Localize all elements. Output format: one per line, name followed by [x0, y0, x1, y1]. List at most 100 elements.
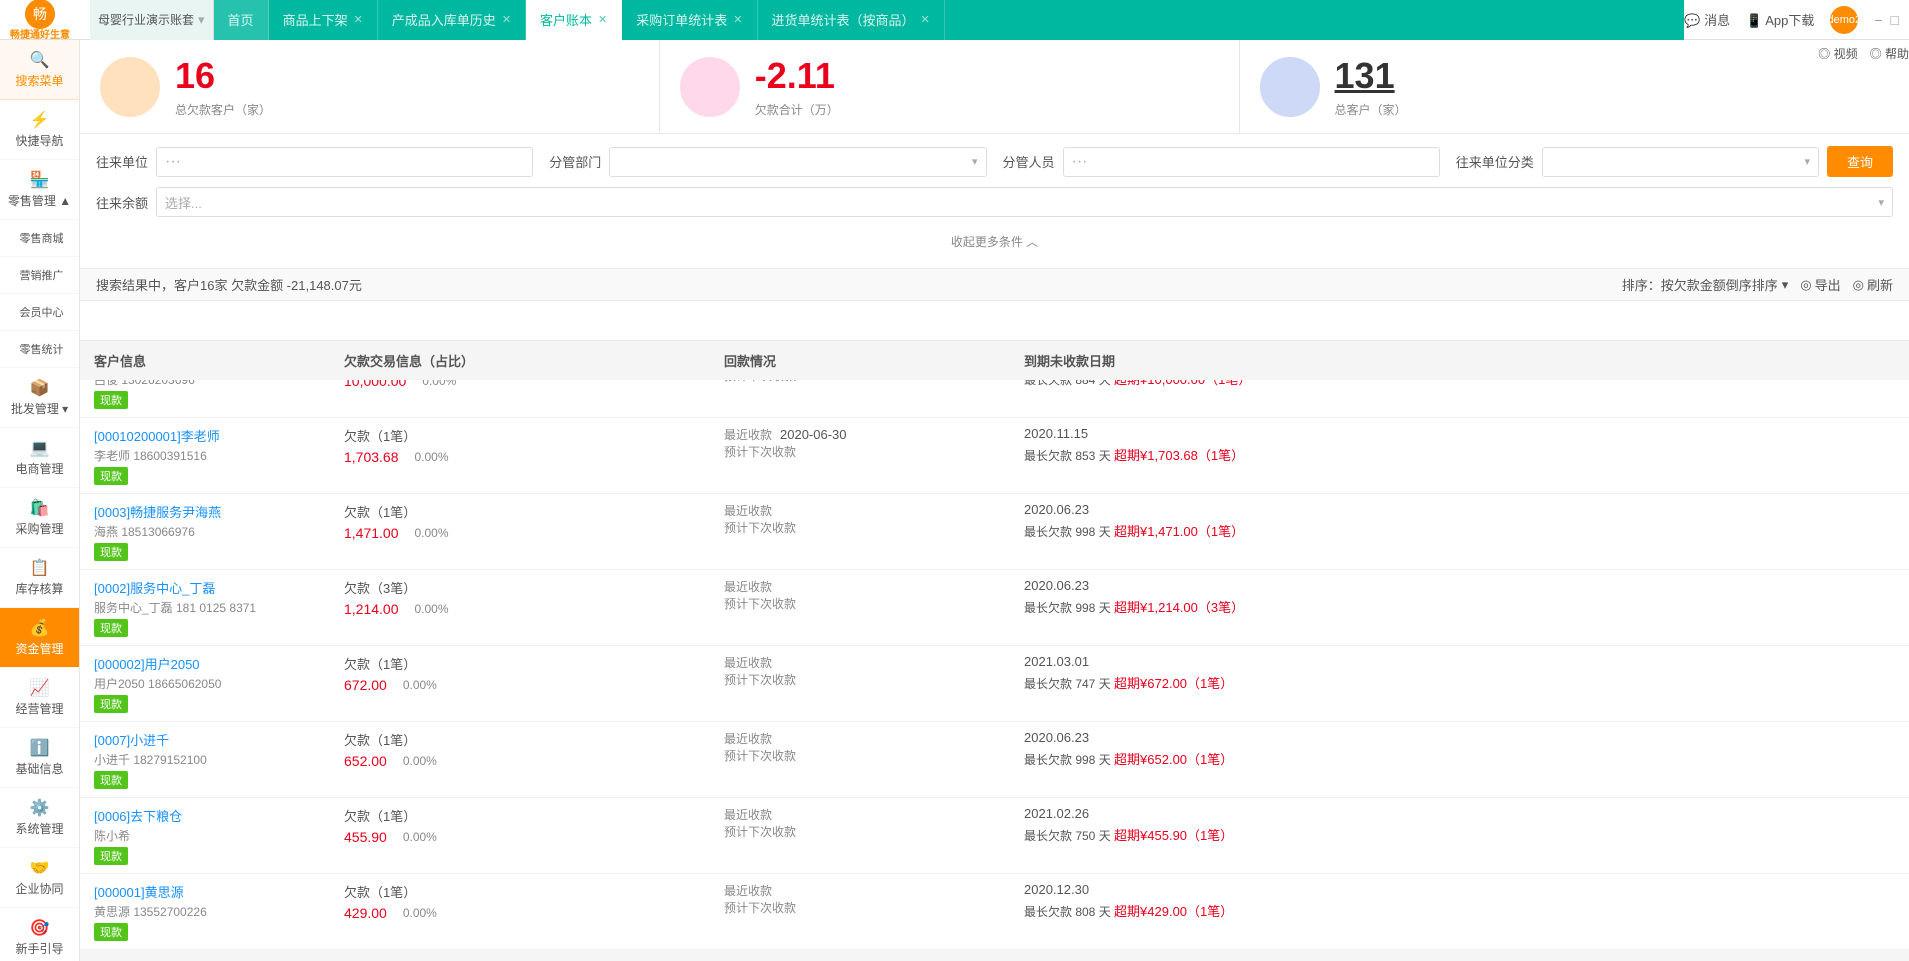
- col-repay-status: 回款情况: [710, 341, 1010, 381]
- repay-status-cell: 最近收款 预计下次收款: [710, 494, 1010, 570]
- col-debt-info: 欠款交易信息（占比）: [330, 341, 710, 381]
- sidebar-item-batch-mgmt[interactable]: 📦 批发管理 ▾: [0, 368, 79, 428]
- debt-info-cell: 欠款（1笔） 429.00 0.00%: [330, 874, 710, 950]
- filter-select-balance[interactable]: 选择... ▾: [156, 187, 1893, 217]
- user-avatar[interactable]: demo2: [1830, 6, 1858, 34]
- sidebar-item-quick-nav[interactable]: ⚡ 快捷导航: [0, 100, 79, 160]
- close-icon[interactable]: ✕: [921, 13, 930, 26]
- company-selector[interactable]: 母婴行业演示账套 ▾: [90, 0, 214, 40]
- debt-amount[interactable]: 1,703.68: [344, 449, 399, 465]
- close-icon[interactable]: ✕: [598, 13, 607, 26]
- due-overdue-link[interactable]: 超期¥455.90（1笔）: [1114, 828, 1233, 843]
- due-date: 2021.02.26: [1024, 806, 1895, 821]
- debtors-label: 总欠款客户（家）: [175, 101, 271, 118]
- restore-btn[interactable]: □: [1891, 12, 1899, 28]
- sidebar-item-retail-stat[interactable]: 零售统计: [0, 331, 79, 368]
- tab-purchase-order[interactable]: 采购订单统计表 ✕: [622, 0, 757, 40]
- debt-amount[interactable]: 1,471.00: [344, 525, 399, 541]
- customer-name-link[interactable]: [00010200001]李老师: [94, 426, 316, 445]
- customer-name-link[interactable]: [0006]去下粮仓: [94, 806, 316, 825]
- sidebar-item-retail-mgmt[interactable]: 🏪 零售管理 ▲: [0, 160, 79, 220]
- customer-name-link[interactable]: [000002]用户2050: [94, 654, 316, 673]
- repay-next: 预计下次收款: [724, 823, 996, 840]
- tab-product-listing[interactable]: 商品上下架 ✕: [269, 0, 378, 40]
- debt-total-label: 欠款合计（万）: [755, 101, 839, 118]
- total-customers-label: 总客户（家）: [1335, 101, 1407, 118]
- sidebar-item-marketing[interactable]: 营销推广: [0, 257, 79, 294]
- due-overdue-link[interactable]: 超期¥1,703.68（1笔）: [1114, 448, 1244, 463]
- repay-status-cell: 最近收款 预计下次收款: [710, 722, 1010, 798]
- stats-bar: 16 总欠款客户（家） -2.11 欠款合计（万） 131: [80, 40, 1909, 134]
- due-date: 2020.06.23: [1024, 502, 1895, 517]
- sidebar-item-operations[interactable]: 📈 经营管理: [0, 668, 79, 728]
- query-button[interactable]: 查询: [1827, 146, 1893, 177]
- table-row: [0002]服务中心_丁磊 服务中心_丁磊 181 0125 8371 现款 欠…: [80, 570, 1909, 646]
- debt-amount[interactable]: 652.00: [344, 753, 387, 769]
- filter-input-category[interactable]: ▾: [1542, 147, 1819, 177]
- message-btn[interactable]: 💬 消息: [1684, 10, 1730, 29]
- close-icon[interactable]: ✕: [733, 13, 742, 26]
- sidebar-item-member[interactable]: 会员中心: [0, 294, 79, 331]
- tab-purchase-stat[interactable]: 进货单统计表（按商品） ✕: [758, 0, 945, 40]
- customers-icon: [1260, 57, 1320, 117]
- customer-tag: 现款: [94, 771, 128, 789]
- debt-percent: 0.00%: [415, 526, 449, 540]
- due-overdue-link[interactable]: 超期¥1,471.00（1笔）: [1114, 524, 1244, 539]
- tab-finished-goods[interactable]: 产成品入库单历史 ✕: [378, 0, 526, 40]
- filter-input-person[interactable]: ···: [1063, 147, 1440, 177]
- repay-date: 2020-06-30: [780, 427, 847, 442]
- collapse-bar[interactable]: 收起更多条件 ︿: [96, 227, 1893, 256]
- customer-tag: 现款: [94, 695, 128, 713]
- help-btn[interactable]: ◎ 帮助: [1870, 45, 1909, 62]
- sidebar-item-retail-mall[interactable]: 零售商城: [0, 220, 79, 257]
- repay-next: 预计下次收款: [724, 595, 996, 612]
- sidebar-item-inventory[interactable]: 📋 库存核算: [0, 548, 79, 608]
- sort-selector[interactable]: 排序：按欠款金额倒序排序 ▾: [1622, 275, 1789, 294]
- sidebar-item-basic-info[interactable]: ℹ️ 基础信息: [0, 728, 79, 788]
- debt-amount[interactable]: 1,214.00: [344, 601, 399, 617]
- box-icon: 📦: [4, 378, 75, 398]
- filter-group-dept: 分管部门 ▾: [549, 147, 986, 177]
- tab-customer-ledger[interactable]: 客户账本 ✕: [526, 0, 622, 40]
- customer-name-link[interactable]: [0002]服务中心_丁磊: [94, 578, 316, 597]
- debt-info-cell: 欠款（1笔） 652.00 0.00%: [330, 722, 710, 798]
- sidebar-item-purchase[interactable]: 🛍️ 采购管理: [0, 488, 79, 548]
- bag-icon: 🛍️: [4, 498, 75, 518]
- app-download-btn[interactable]: 📱 App下载: [1746, 10, 1814, 29]
- filter-input-party[interactable]: ···: [156, 147, 533, 177]
- sidebar-item-search[interactable]: 🔍 搜索菜单: [0, 40, 79, 100]
- customer-name-link[interactable]: [0007]小进千: [94, 730, 316, 749]
- minimize-btn[interactable]: −: [1874, 12, 1882, 28]
- filter-input-dept[interactable]: ▾: [609, 147, 986, 177]
- debt-count: 欠款（1笔）: [344, 730, 696, 749]
- debt-amount[interactable]: 429.00: [344, 905, 387, 921]
- due-overdue-link[interactable]: 超期¥652.00（1笔）: [1114, 752, 1233, 767]
- customer-phone: 李老师 18600391516: [94, 447, 316, 464]
- sidebar-item-guide[interactable]: 🎯 新手引导: [0, 908, 79, 961]
- customer-name-link[interactable]: [0003]畅捷服务尹海燕: [94, 502, 316, 521]
- refresh-btn[interactable]: ◎ 刷新: [1853, 275, 1893, 294]
- logo: 畅 畅捷通好生意: [10, 0, 90, 41]
- repay-label: 最近收款: [724, 806, 772, 823]
- customer-phone: 用户2050 18665062050: [94, 675, 316, 692]
- customer-name-link[interactable]: [000001]黄思源: [94, 882, 316, 901]
- settings-icon: ⚙️: [4, 798, 75, 818]
- tab-home[interactable]: 首页: [214, 0, 269, 40]
- sidebar-item-finance[interactable]: 💰 资金管理: [0, 608, 79, 668]
- sidebar-item-system[interactable]: ⚙️ 系统管理: [0, 788, 79, 848]
- balance-placeholder: 选择...: [165, 193, 202, 212]
- close-icon[interactable]: ✕: [354, 13, 363, 26]
- debt-amount[interactable]: 672.00: [344, 677, 387, 693]
- due-overdue-link[interactable]: 超期¥1,214.00（3笔）: [1114, 600, 1244, 615]
- due-overdue-link[interactable]: 超期¥429.00（1笔）: [1114, 904, 1233, 919]
- close-icon[interactable]: ✕: [502, 13, 511, 26]
- customer-tag: 现款: [94, 467, 128, 485]
- due-overdue-link[interactable]: 超期¥672.00（1笔）: [1114, 676, 1233, 691]
- debt-amount[interactable]: 455.90: [344, 829, 387, 845]
- sidebar-item-ecommerce[interactable]: 💻 电商管理: [0, 428, 79, 488]
- customer-phone: 陈小希: [94, 827, 316, 844]
- export-btn[interactable]: ◎ 导出: [1800, 275, 1840, 294]
- tab-bar: 首页 商品上下架 ✕ 产成品入库单历史 ✕ 客户账本 ✕ 采购订单统计表 ✕ 进…: [214, 0, 1685, 40]
- video-btn[interactable]: ◎ 视频: [1818, 45, 1857, 62]
- sidebar-item-collab[interactable]: 🤝 企业协同: [0, 848, 79, 908]
